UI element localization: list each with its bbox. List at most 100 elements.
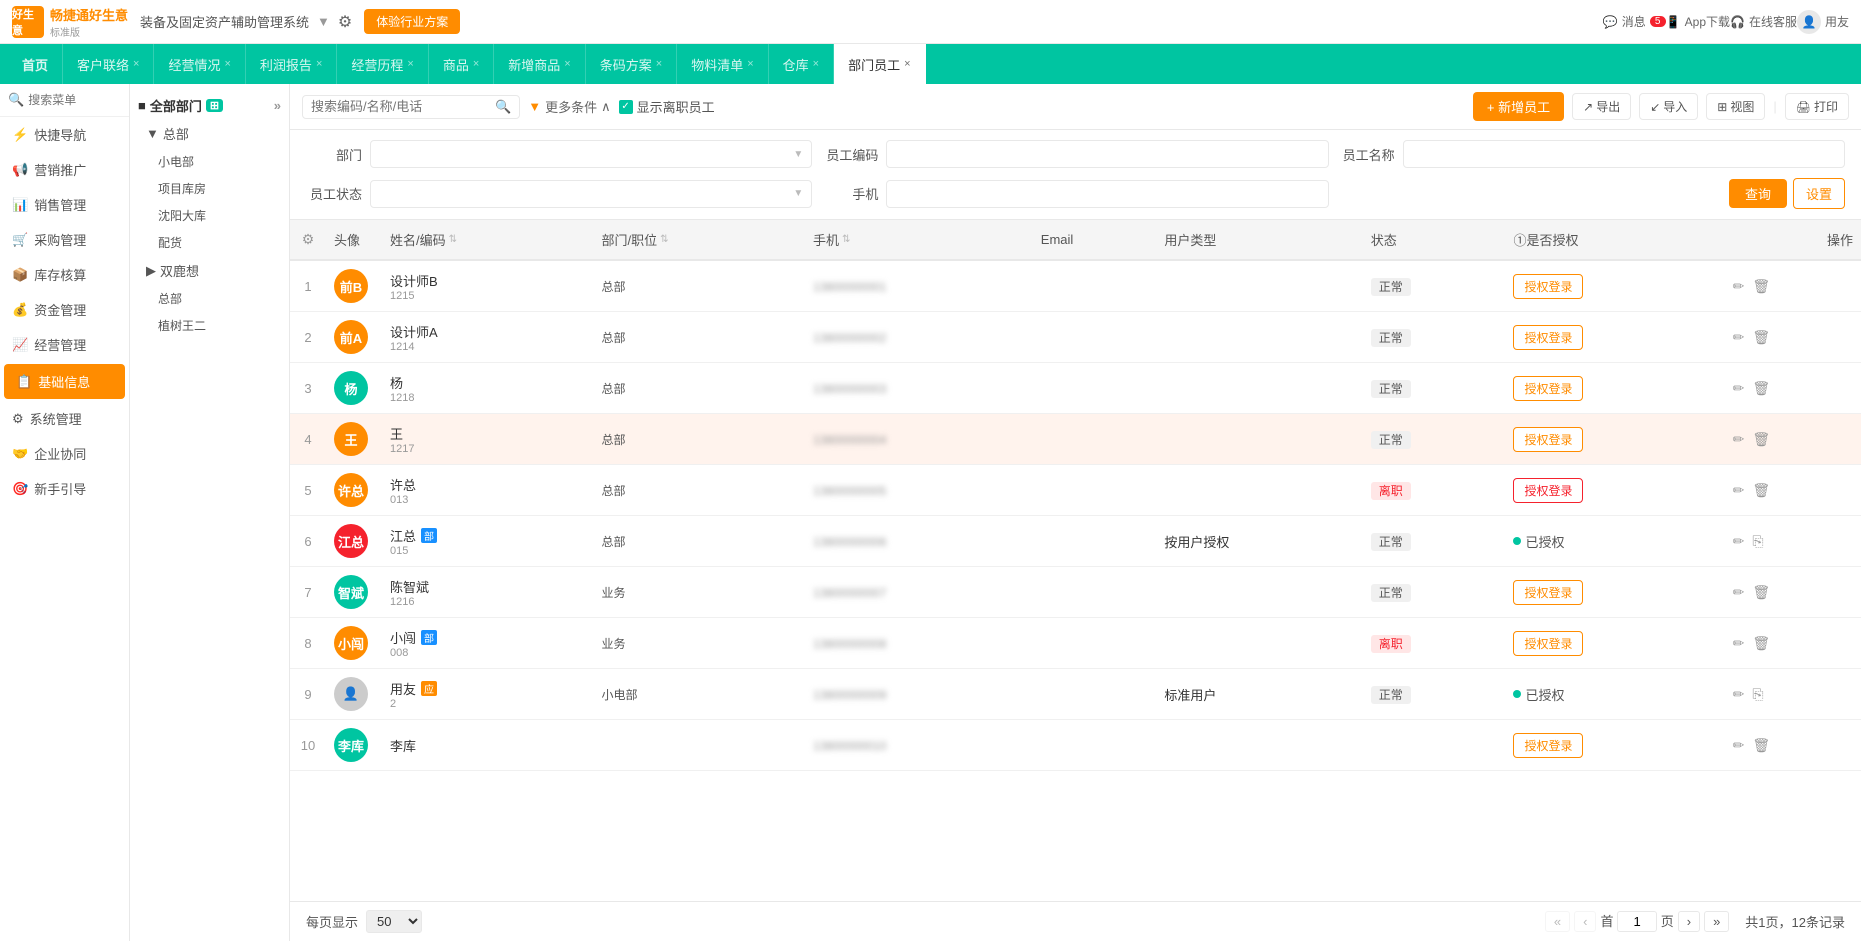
delete-icon[interactable]: 🗑 <box>1752 584 1770 601</box>
auth-button[interactable]: 授权登录 <box>1513 478 1583 503</box>
auth-button[interactable]: 授权登录 <box>1513 580 1583 605</box>
more-filter-btn[interactable]: ▼ 更多条件 ∧ <box>528 97 610 116</box>
set-button[interactable]: 设置 <box>1793 178 1845 209</box>
close-icon[interactable]: × <box>224 58 230 70</box>
page-size-select[interactable]: 50 100 200 <box>366 910 422 933</box>
emp-code-field[interactable] <box>895 147 1319 162</box>
import-button[interactable]: ↙ 导入 <box>1639 93 1698 120</box>
edit-icon[interactable]: ✏ <box>1733 380 1745 397</box>
th-phone[interactable]: 手机 ⇅ <box>805 220 1033 260</box>
delete-icon[interactable]: 🗑 <box>1752 278 1770 295</box>
close-icon[interactable]: × <box>813 58 819 70</box>
sidebar-search-input[interactable] <box>28 93 130 107</box>
tree-node-shenyang[interactable]: 沈阳大库 <box>130 202 289 229</box>
show-dimission-toggle[interactable]: ✓ 显示离职员工 <box>619 97 715 116</box>
emp-code-input[interactable] <box>886 140 1328 168</box>
tab-history[interactable]: 经营历程 × <box>337 44 428 84</box>
close-icon[interactable]: × <box>316 58 322 70</box>
prev-page-btn[interactable]: ‹ <box>1574 911 1596 932</box>
tab-barcode[interactable]: 条码方案 × <box>586 44 677 84</box>
close-icon[interactable]: × <box>407 58 413 70</box>
last-page-btn[interactable]: » <box>1704 911 1729 932</box>
page-number-input[interactable] <box>1617 911 1657 932</box>
edit-icon[interactable]: ✏ <box>1733 431 1745 448</box>
close-icon[interactable]: × <box>564 58 570 70</box>
tab-warehouse[interactable]: 仓库 × <box>769 44 834 84</box>
search-submit-icon[interactable]: 🔍 <box>495 99 511 115</box>
tree-node-peihuo[interactable]: 配货 <box>130 229 289 256</box>
dept-sort[interactable]: 部门/职位 ⇅ <box>601 230 796 249</box>
edit-icon[interactable]: ✏ <box>1733 482 1745 499</box>
all-dept-label[interactable]: ■ <box>138 98 146 113</box>
trial-button[interactable]: 体验行业方案 <box>364 9 460 34</box>
export-button[interactable]: ↗ 导出 <box>1572 93 1631 120</box>
close-icon[interactable]: × <box>133 58 139 70</box>
delete-icon[interactable]: 🗑 <box>1752 380 1770 397</box>
delete-icon[interactable]: 🗑 <box>1752 737 1770 754</box>
add-employee-button[interactable]: + 新增员工 <box>1473 92 1564 121</box>
th-settings[interactable]: ⚙ <box>290 220 326 260</box>
close-icon[interactable]: × <box>904 58 910 70</box>
th-dept[interactable]: 部门/职位 ⇅ <box>593 220 804 260</box>
sidebar-item-inventory[interactable]: 📦 库存核算 <box>0 257 129 292</box>
tab-customer[interactable]: 客户联络 × <box>63 44 154 84</box>
edit-icon[interactable]: ✏ <box>1733 533 1745 550</box>
sidebar-item-finance[interactable]: 💰 资金管理 <box>0 292 129 327</box>
next-page-btn[interactable]: › <box>1678 911 1700 932</box>
edit-icon[interactable]: ✏ <box>1733 635 1745 652</box>
edit-icon[interactable]: ✏ <box>1733 686 1745 703</box>
view-button[interactable]: ⊞ 视图 <box>1706 93 1765 120</box>
auth-button[interactable]: 授权登录 <box>1513 325 1583 350</box>
copy-icon[interactable]: ⎘ <box>1752 533 1763 550</box>
close-icon[interactable]: × <box>747 58 753 70</box>
delete-icon[interactable]: 🗑 <box>1752 482 1770 499</box>
auth-button[interactable]: 授权登录 <box>1513 631 1583 656</box>
tab-profit[interactable]: 利润报告 × <box>246 44 337 84</box>
th-name[interactable]: 姓名/编码 ⇅ <box>382 220 593 260</box>
tab-add-goods[interactable]: 新增商品 × <box>494 44 585 84</box>
copy-icon[interactable]: ⎘ <box>1752 686 1763 703</box>
emp-status-select[interactable]: ▼ <box>370 180 812 208</box>
sidebar-item-basic[interactable]: 📋 基础信息 <box>4 364 125 399</box>
auth-button[interactable]: 授权登录 <box>1513 427 1583 452</box>
sidebar-item-collab[interactable]: 🤝 企业协同 <box>0 436 129 471</box>
phone-field[interactable] <box>895 186 1319 201</box>
tab-home[interactable]: 首页 <box>8 44 63 84</box>
collapse-btn[interactable]: » <box>274 98 281 113</box>
tab-goods[interactable]: 商品 × <box>429 44 494 84</box>
edit-icon[interactable]: ✏ <box>1733 329 1745 346</box>
title-dropdown-icon[interactable]: ▼ <box>317 14 330 29</box>
app-download-btn[interactable]: 📱 App下载 <box>1666 13 1730 30</box>
gear-icon[interactable]: ⚙ <box>302 231 315 247</box>
tree-node-hq[interactable]: ▼ 总部 <box>130 119 289 148</box>
edit-icon[interactable]: ✏ <box>1733 737 1745 754</box>
sidebar-item-sales[interactable]: 📊 销售管理 <box>0 187 129 222</box>
delete-icon[interactable]: 🗑 <box>1752 431 1770 448</box>
tree-node-project[interactable]: 项目库房 <box>130 175 289 202</box>
auth-button[interactable]: 授权登录 <box>1513 274 1583 299</box>
sidebar-item-business[interactable]: 📈 经营管理 <box>0 327 129 362</box>
close-icon[interactable]: × <box>656 58 662 70</box>
online-service-btn[interactable]: 🎧 在线客服 <box>1730 13 1797 30</box>
tree-node-zhishu[interactable]: 植树王二 <box>130 312 289 339</box>
auth-button[interactable]: 授权登录 <box>1513 733 1583 758</box>
sidebar-item-guide[interactable]: 🎯 新手引导 <box>0 471 129 506</box>
sidebar-item-purchase[interactable]: 🛒 采购管理 <box>0 222 129 257</box>
query-button[interactable]: 查询 <box>1729 179 1787 208</box>
first-page-btn[interactable]: « <box>1545 911 1570 932</box>
tree-node-zongbu[interactable]: 总部 <box>130 285 289 312</box>
emp-name-input[interactable] <box>1403 140 1845 168</box>
print-button[interactable]: 🖨 打印 <box>1785 93 1849 120</box>
delete-icon[interactable]: 🗑 <box>1752 329 1770 346</box>
tree-node-shuanglu[interactable]: ▶ 双鹿想 <box>130 256 289 285</box>
edit-icon[interactable]: ✏ <box>1733 584 1745 601</box>
phone-sort[interactable]: 手机 ⇅ <box>813 230 1025 249</box>
message-btn[interactable]: 💬 消息 5 <box>1603 13 1666 30</box>
sidebar-item-quicknav[interactable]: ⚡ 快捷导航 <box>0 117 129 152</box>
auth-button[interactable]: 授权登录 <box>1513 376 1583 401</box>
dept-select[interactable]: ▼ <box>370 140 812 168</box>
search-input[interactable] <box>311 99 491 114</box>
close-icon[interactable]: × <box>473 58 479 70</box>
sidebar-item-marketing[interactable]: 📢 营销推广 <box>0 152 129 187</box>
settings-icon[interactable]: ⚙ <box>338 12 352 32</box>
